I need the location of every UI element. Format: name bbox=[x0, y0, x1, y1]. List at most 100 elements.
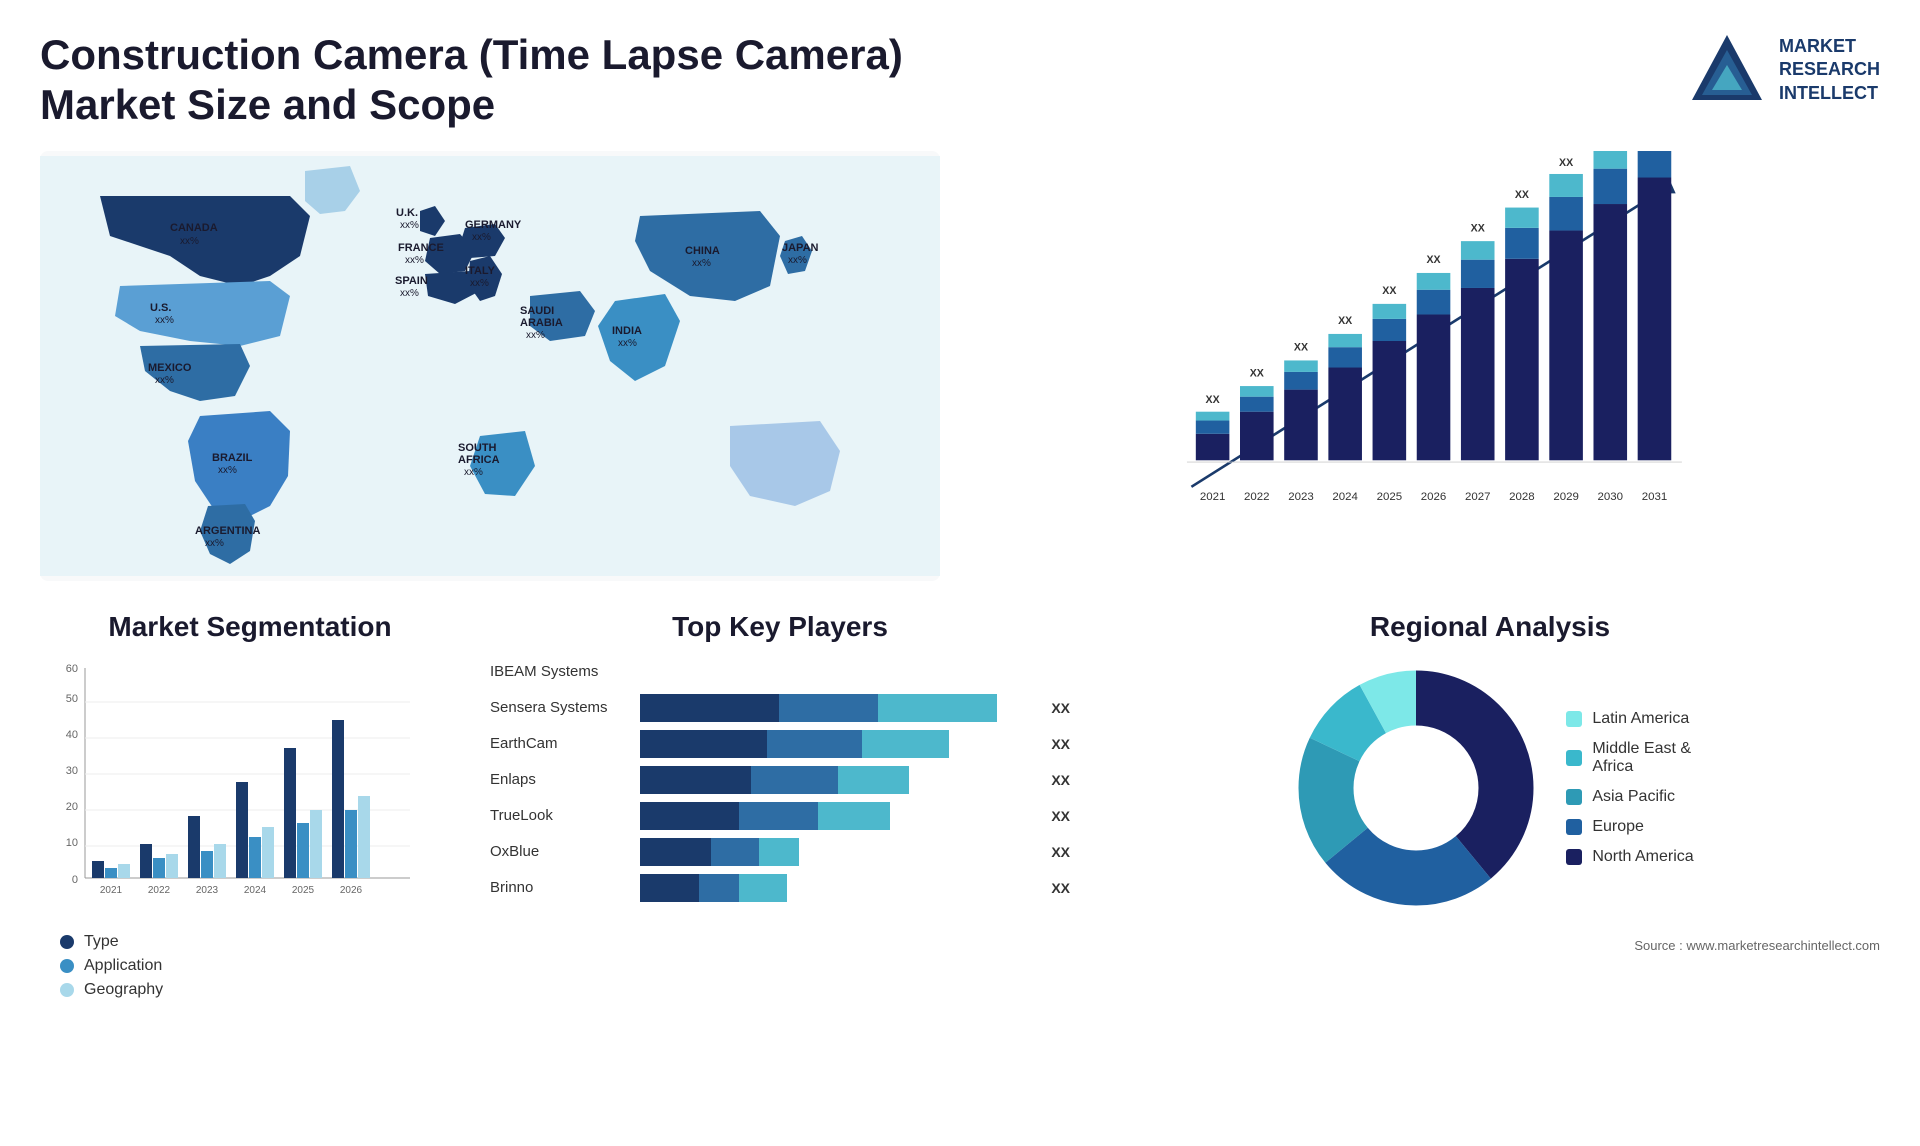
svg-text:XX: XX bbox=[1426, 254, 1440, 266]
segmentation-area: Market Segmentation 0 10 20 30 40 50 60 bbox=[40, 611, 460, 991]
reg-label: Latin America bbox=[1592, 710, 1689, 728]
legend-type: Type bbox=[60, 933, 460, 951]
player-row: TrueLook XX bbox=[490, 802, 1070, 830]
svg-text:ITALY: ITALY bbox=[465, 265, 496, 277]
key-players-area: Top Key Players IBEAM Systems Sensera Sy… bbox=[490, 611, 1070, 991]
reg-label: Middle East &Africa bbox=[1592, 740, 1691, 776]
svg-text:2022: 2022 bbox=[1244, 491, 1270, 503]
svg-text:xx%: xx% bbox=[400, 220, 419, 231]
segmentation-title: Market Segmentation bbox=[40, 611, 460, 643]
svg-text:CANADA: CANADA bbox=[170, 222, 218, 234]
svg-text:xx%: xx% bbox=[218, 465, 237, 476]
svg-text:ARABIA: ARABIA bbox=[520, 317, 563, 329]
svg-text:2021: 2021 bbox=[1200, 491, 1226, 503]
segmentation-chart: 0 10 20 30 40 50 60 2021 bbox=[40, 658, 420, 918]
regional-area: Regional Analysis bbox=[1100, 611, 1880, 991]
regional-legend: Latin America Middle East &Africa Asia P… bbox=[1566, 710, 1693, 866]
svg-text:ARGENTINA: ARGENTINA bbox=[195, 525, 260, 537]
svg-text:XX: XX bbox=[1382, 285, 1396, 297]
player-row: OxBlue XX bbox=[490, 838, 1070, 866]
player-bar bbox=[640, 766, 1036, 794]
header: Construction Camera (Time Lapse Camera) … bbox=[40, 30, 1880, 131]
svg-text:2023: 2023 bbox=[1288, 491, 1314, 503]
reg-label: Europe bbox=[1592, 818, 1644, 836]
player-name: Brinno bbox=[490, 879, 630, 896]
player-name: EarthCam bbox=[490, 735, 630, 752]
player-value: XX bbox=[1051, 808, 1070, 824]
player-row: Sensera Systems XX bbox=[490, 694, 1070, 722]
svg-text:XX: XX bbox=[1250, 367, 1264, 379]
player-bar bbox=[640, 838, 1036, 866]
player-value: XX bbox=[1051, 736, 1070, 752]
svg-text:2031: 2031 bbox=[1642, 491, 1668, 503]
svg-text:XX: XX bbox=[1206, 394, 1220, 406]
svg-text:xx%: xx% bbox=[470, 278, 489, 289]
svg-text:xx%: xx% bbox=[205, 538, 224, 549]
svg-text:U.K.: U.K. bbox=[396, 207, 418, 219]
svg-text:SPAIN: SPAIN bbox=[395, 275, 428, 287]
donut-chart bbox=[1286, 658, 1546, 918]
bar-chart-svg: XX 2021 XX 2022 XX 2023 XX 2024 bbox=[980, 151, 1880, 531]
logo-area: MARKET RESEARCH INTELLECT bbox=[1687, 30, 1880, 110]
svg-text:2024: 2024 bbox=[1332, 491, 1358, 503]
regional-title: Regional Analysis bbox=[1100, 611, 1880, 643]
svg-text:xx%: xx% bbox=[472, 232, 491, 243]
svg-text:MEXICO: MEXICO bbox=[148, 362, 192, 374]
player-value: XX bbox=[1051, 844, 1070, 860]
svg-text:XX: XX bbox=[1559, 157, 1573, 169]
svg-text:xx%: xx% bbox=[618, 338, 637, 349]
svg-text:JAPAN: JAPAN bbox=[782, 242, 819, 254]
svg-text:XX: XX bbox=[1471, 222, 1485, 234]
svg-text:10: 10 bbox=[66, 837, 78, 849]
player-bar bbox=[640, 802, 1036, 830]
svg-text:2021: 2021 bbox=[100, 885, 123, 896]
player-bar bbox=[640, 874, 1036, 902]
svg-text:2026: 2026 bbox=[1421, 491, 1447, 503]
player-name: Sensera Systems bbox=[490, 699, 630, 716]
svg-text:2025: 2025 bbox=[292, 885, 315, 896]
player-name: IBEAM Systems bbox=[490, 663, 630, 680]
svg-text:2027: 2027 bbox=[1465, 491, 1491, 503]
player-bar bbox=[640, 658, 1070, 686]
source-text: Source : www.marketresearchintellect.com bbox=[1100, 938, 1880, 953]
segmentation-legend: Type Application Geography bbox=[40, 933, 460, 999]
svg-text:XX: XX bbox=[1338, 315, 1352, 327]
svg-text:xx%: xx% bbox=[405, 255, 424, 266]
svg-text:SAUDI: SAUDI bbox=[520, 305, 554, 317]
player-row: IBEAM Systems bbox=[490, 658, 1070, 686]
svg-text:xx%: xx% bbox=[155, 315, 174, 326]
player-row: EarthCam XX bbox=[490, 730, 1070, 758]
reg-legend-latin: Latin America bbox=[1566, 710, 1693, 728]
player-row: Brinno XX bbox=[490, 874, 1070, 902]
svg-text:0: 0 bbox=[72, 874, 78, 886]
svg-text:2029: 2029 bbox=[1553, 491, 1579, 503]
players-list: IBEAM Systems Sensera Systems XX EarthCa… bbox=[490, 658, 1070, 902]
svg-text:xx%: xx% bbox=[155, 375, 174, 386]
player-bar bbox=[640, 730, 1036, 758]
svg-text:60: 60 bbox=[66, 663, 78, 675]
key-players-title: Top Key Players bbox=[490, 611, 1070, 643]
svg-text:AFRICA: AFRICA bbox=[458, 454, 500, 466]
reg-legend-mea: Middle East &Africa bbox=[1566, 740, 1693, 776]
svg-text:U.S.: U.S. bbox=[150, 302, 171, 314]
svg-text:40: 40 bbox=[66, 729, 78, 741]
svg-text:20: 20 bbox=[66, 801, 78, 813]
svg-text:xx%: xx% bbox=[692, 258, 711, 269]
svg-text:2026: 2026 bbox=[340, 885, 363, 896]
world-map-svg: CANADA xx% U.S. xx% MEXICO xx% BRAZIL xx… bbox=[40, 151, 940, 581]
svg-text:SOUTH: SOUTH bbox=[458, 442, 497, 454]
logo-icon bbox=[1687, 30, 1767, 110]
svg-text:2028: 2028 bbox=[1509, 491, 1535, 503]
svg-text:xx%: xx% bbox=[180, 236, 199, 247]
regional-container: Latin America Middle East &Africa Asia P… bbox=[1100, 658, 1880, 918]
svg-text:XX: XX bbox=[1515, 189, 1529, 201]
page-title: Construction Camera (Time Lapse Camera) … bbox=[40, 30, 940, 131]
reg-legend-na: North America bbox=[1566, 848, 1693, 866]
svg-text:30: 30 bbox=[66, 765, 78, 777]
player-bar bbox=[640, 694, 1036, 722]
svg-text:50: 50 bbox=[66, 693, 78, 705]
player-name: OxBlue bbox=[490, 843, 630, 860]
map-area: CANADA xx% U.S. xx% MEXICO xx% BRAZIL xx… bbox=[40, 151, 940, 581]
top-section: CANADA xx% U.S. xx% MEXICO xx% BRAZIL xx… bbox=[40, 151, 1880, 581]
svg-text:2030: 2030 bbox=[1598, 491, 1624, 503]
